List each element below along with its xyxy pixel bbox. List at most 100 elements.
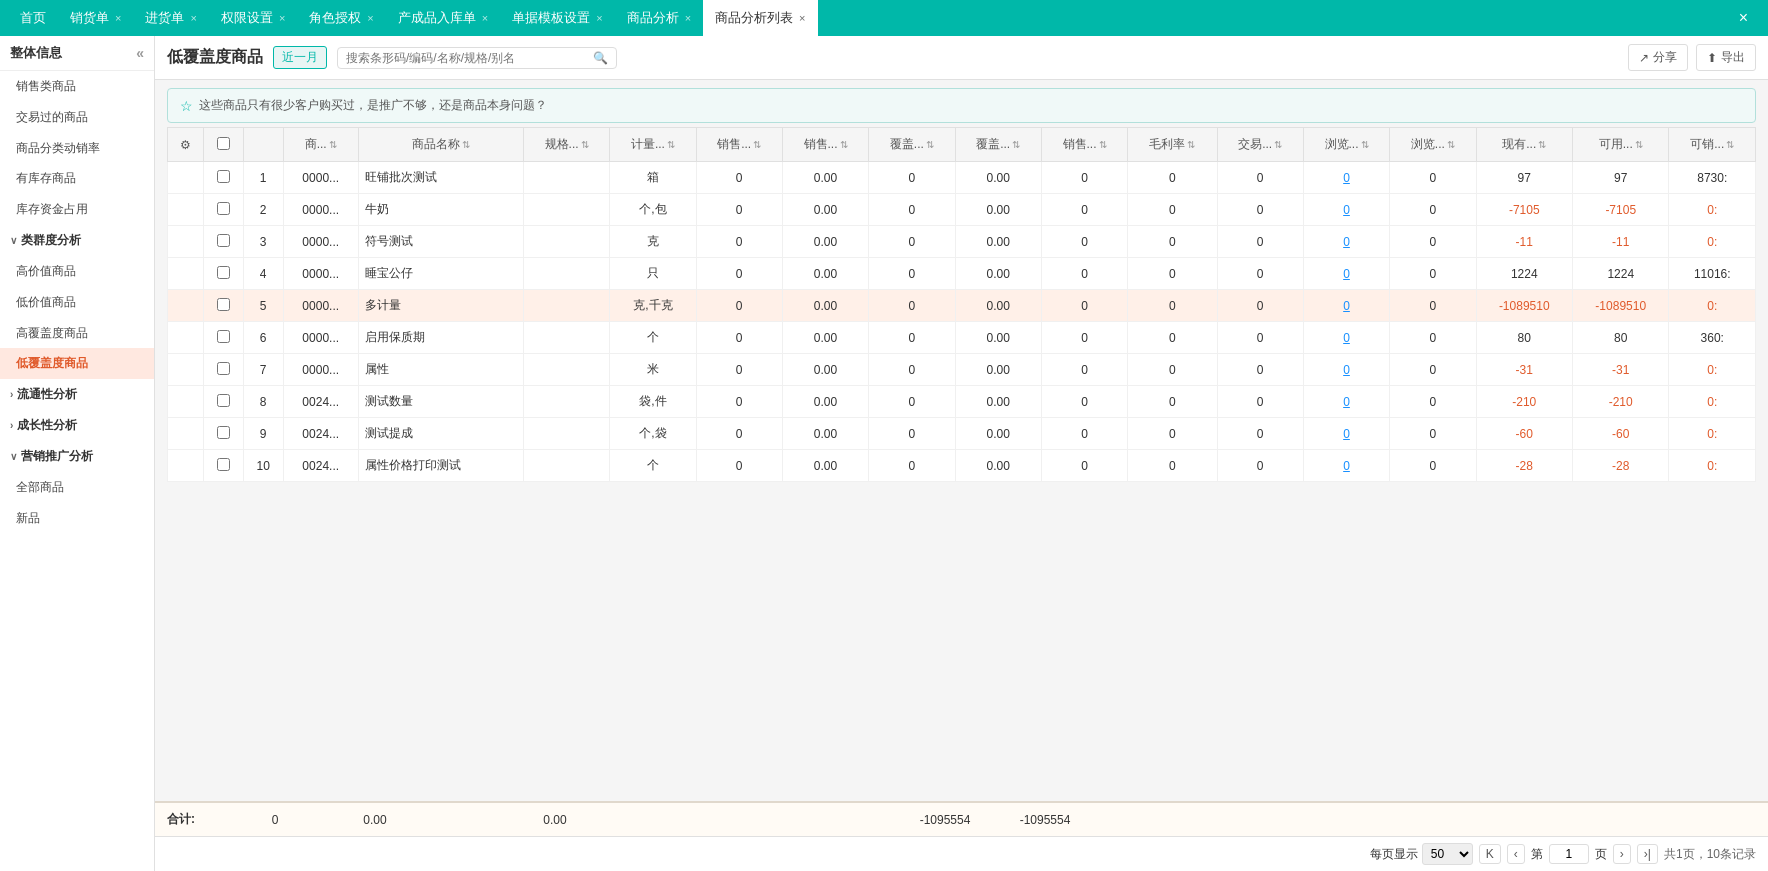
row-browse1[interactable]: 0 [1303,450,1389,482]
sidebar-item-capital-occupy[interactable]: 库存资金占用 [0,194,154,225]
sidebar-item-low-coverage[interactable]: 低覆盖度商品 [0,348,154,379]
select-all-checkbox[interactable] [217,137,230,150]
th-spec[interactable]: 规格...⇅ [523,128,609,162]
nav-sales[interactable]: 销货单 × [58,0,133,36]
th-checkbox[interactable] [204,128,243,162]
row-checkbox[interactable] [204,354,243,386]
row-unit: 只 [610,258,696,290]
nav-permission-close[interactable]: × [279,12,285,24]
sidebar-collapse-btn[interactable]: « [136,45,144,61]
nav-purchase-close[interactable]: × [190,12,196,24]
sidebar-item-new-goods[interactable]: 新品 [0,503,154,534]
row-checkbox[interactable] [204,290,243,322]
nav-product-analysis[interactable]: 商品分析 × [615,0,703,36]
row-select-checkbox[interactable] [217,394,230,407]
th-transaction[interactable]: 交易...⇅ [1217,128,1303,162]
sidebar-section-flow[interactable]: › 流通性分析 [0,379,154,410]
sidebar-item-all-goods[interactable]: 全部商品 [0,472,154,503]
nav-role-close[interactable]: × [367,12,373,24]
last-page-btn[interactable]: ›| [1637,844,1658,864]
nav-product-analysis-close[interactable]: × [685,12,691,24]
th-browse1[interactable]: 浏览...⇅ [1303,128,1389,162]
window-close-btn[interactable]: × [1727,9,1760,27]
per-page-dropdown[interactable]: 50 20 100 [1422,843,1473,865]
row-checkbox[interactable] [204,162,243,194]
row-sales-x: 0 [1041,226,1127,258]
row-checkbox[interactable] [204,194,243,226]
search-icon[interactable]: 🔍 [593,51,608,65]
th-sales-amt[interactable]: 销售...⇅ [782,128,868,162]
sidebar-item-category-rate[interactable]: 商品分类动销率 [0,133,154,164]
row-select-checkbox[interactable] [217,298,230,311]
row-browse1[interactable]: 0 [1303,258,1389,290]
sidebar-section-cluster[interactable]: ∨ 类群度分析 [0,225,154,256]
nav-product-analysis-list[interactable]: 商品分析列表 × [703,0,817,36]
sidebar-item-traded-goods[interactable]: 交易过的商品 [0,102,154,133]
row-checkbox[interactable] [204,226,243,258]
row-browse1[interactable]: 0 [1303,290,1389,322]
sidebar-section-growth[interactable]: › 成长性分析 [0,410,154,441]
row-checkbox[interactable] [204,418,243,450]
next-page-btn[interactable]: › [1613,844,1631,864]
th-current[interactable]: 现有...⇅ [1476,128,1572,162]
th-available[interactable]: 可用...⇅ [1572,128,1668,162]
row-checkbox[interactable] [204,322,243,354]
row-checkbox[interactable] [204,386,243,418]
nav-product-analysis-list-close[interactable]: × [799,12,805,24]
th-settings[interactable]: ⚙ [168,128,204,162]
nav-template[interactable]: 单据模板设置 × [500,0,614,36]
th-sellable[interactable]: 可销...⇅ [1669,128,1756,162]
sidebar-item-sales-goods[interactable]: 销售类商品 [0,71,154,102]
row-select-checkbox[interactable] [217,266,230,279]
th-browse2[interactable]: 浏览...⇅ [1390,128,1476,162]
nav-purchase[interactable]: 进货单 × [133,0,208,36]
row-checkbox[interactable] [204,258,243,290]
th-sales-qty[interactable]: 销售...⇅ [696,128,782,162]
row-select-checkbox[interactable] [217,426,230,439]
totals-label: 合计: [167,811,195,828]
nav-permission[interactable]: 权限设置 × [209,0,297,36]
row-code: 0000... [283,226,358,258]
row-select-checkbox[interactable] [217,202,230,215]
nav-role[interactable]: 角色授权 × [297,0,385,36]
row-browse1[interactable]: 0 [1303,354,1389,386]
prev-page-btn[interactable]: ‹ [1507,844,1525,864]
th-name[interactable]: 商品名称⇅ [358,128,523,162]
row-browse1[interactable]: 0 [1303,418,1389,450]
sidebar-section-marketing[interactable]: ∨ 营销推广分析 [0,441,154,472]
nav-template-close[interactable]: × [596,12,602,24]
sidebar-item-low-value[interactable]: 低价值商品 [0,287,154,318]
share-btn[interactable]: ↗ 分享 [1628,44,1688,71]
row-browse1[interactable]: 0 [1303,162,1389,194]
nav-product-stock[interactable]: 产成品入库单 × [386,0,500,36]
row-browse1[interactable]: 0 [1303,194,1389,226]
filter-recent-month-btn[interactable]: 近一月 [273,46,327,69]
row-browse1[interactable]: 0 [1303,322,1389,354]
row-select-checkbox[interactable] [217,362,230,375]
export-btn[interactable]: ⬆ 导出 [1696,44,1756,71]
row-select-checkbox[interactable] [217,170,230,183]
nav-home[interactable]: 首页 [8,0,58,36]
page-number-input[interactable] [1549,844,1589,864]
row-browse1[interactable]: 0 [1303,226,1389,258]
sidebar-item-high-value[interactable]: 高价值商品 [0,256,154,287]
nav-sales-close[interactable]: × [115,12,121,24]
row-select-checkbox[interactable] [217,330,230,343]
row-select-checkbox[interactable] [217,234,230,247]
th-coverage2[interactable]: 覆盖...⇅ [955,128,1041,162]
th-code[interactable]: 商...⇅ [283,128,358,162]
th-gross-margin[interactable]: 毛利率⇅ [1128,128,1217,162]
row-sales-qty: 0 [696,322,782,354]
sidebar-item-stock-goods[interactable]: 有库存商品 [0,163,154,194]
th-num [243,128,283,162]
nav-product-stock-close[interactable]: × [482,12,488,24]
row-checkbox[interactable] [204,450,243,482]
th-sales-x[interactable]: 销售...⇅ [1041,128,1127,162]
th-coverage1[interactable]: 覆盖...⇅ [869,128,955,162]
th-unit[interactable]: 计量...⇅ [610,128,696,162]
search-input[interactable] [346,51,589,65]
sidebar-item-high-coverage[interactable]: 高覆盖度商品 [0,318,154,349]
first-page-btn[interactable]: K [1479,844,1501,864]
row-browse1[interactable]: 0 [1303,386,1389,418]
row-select-checkbox[interactable] [217,458,230,471]
